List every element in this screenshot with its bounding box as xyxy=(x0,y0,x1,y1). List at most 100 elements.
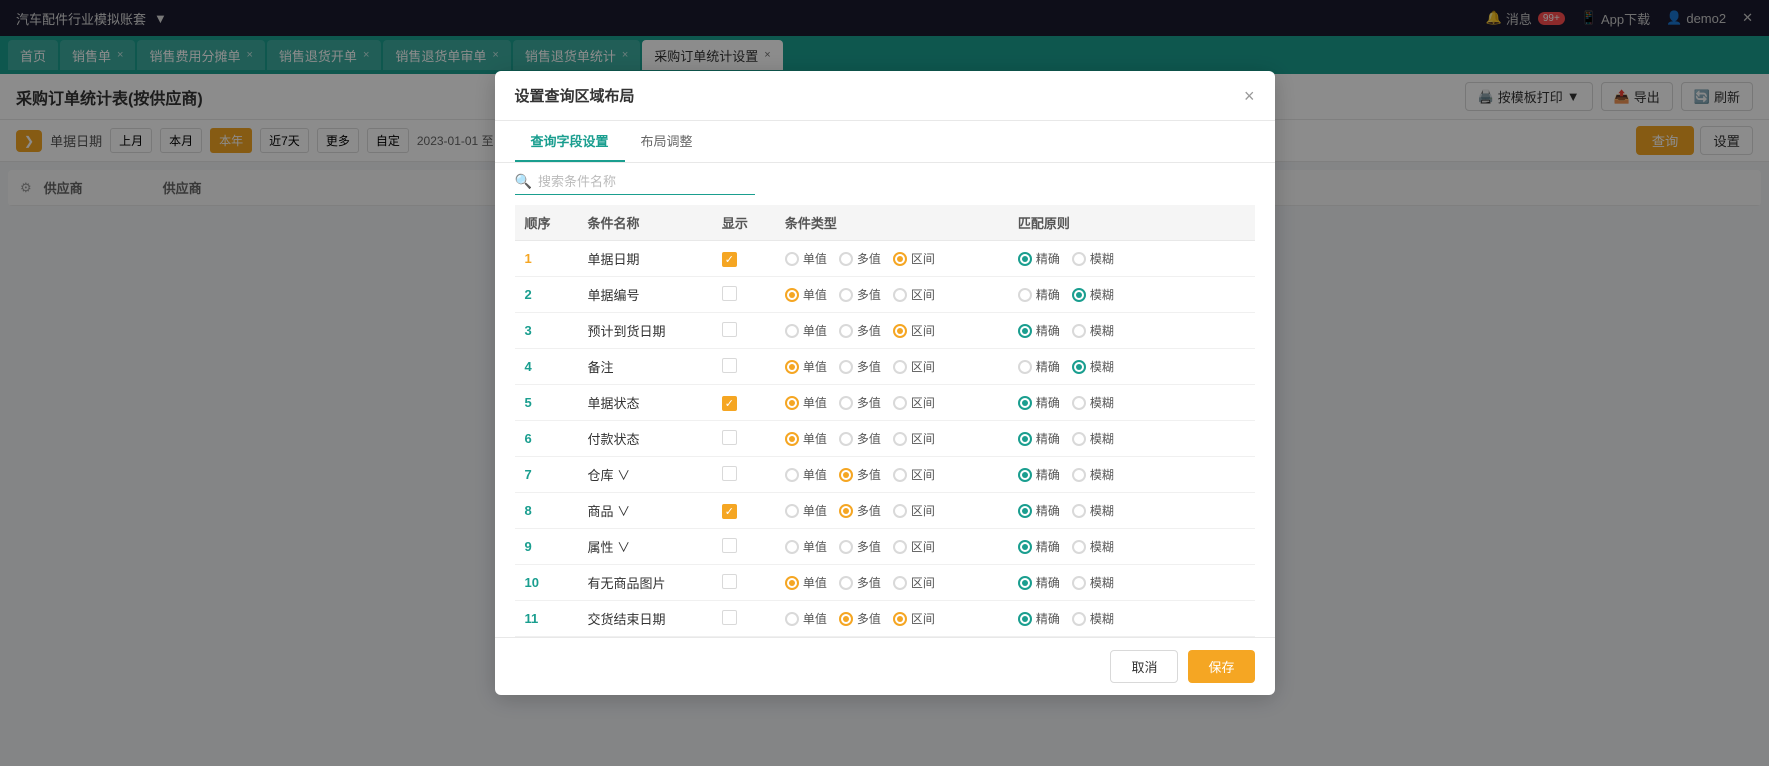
row-condition-name: 属性 ∨ xyxy=(578,529,712,565)
th-match-rule: 匹配原则 xyxy=(1008,205,1255,241)
row-order: 8 xyxy=(515,493,578,529)
cancel-btn[interactable]: 取消 xyxy=(1110,650,1178,683)
row-match-rule: 精确模糊 xyxy=(1008,385,1255,421)
modal-header: 设置查询区域布局 × xyxy=(495,71,1275,121)
row-condition-type: 单值多值区间 xyxy=(775,349,1008,385)
row-match-rule: 精确模糊 xyxy=(1008,349,1255,385)
modal-title: 设置查询区域布局 xyxy=(515,85,635,106)
search-input[interactable] xyxy=(538,174,755,189)
row-show-checkbox[interactable] xyxy=(712,349,775,385)
modal-overlay: 设置查询区域布局 × 查询字段设置 布局调整 🔍 xyxy=(0,0,1769,766)
row-condition-type: 单值多值区间 xyxy=(775,493,1008,529)
modal-close-btn[interactable]: × xyxy=(1244,87,1255,105)
checkbox[interactable] xyxy=(722,610,737,625)
row-match-rule: 精确模糊 xyxy=(1008,313,1255,349)
settings-modal: 设置查询区域布局 × 查询字段设置 布局调整 🔍 xyxy=(495,71,1275,695)
checkbox[interactable] xyxy=(722,538,737,553)
row-condition-type: 单值多值区间 xyxy=(775,421,1008,457)
row-show-checkbox[interactable] xyxy=(712,313,775,349)
row-order: 2 xyxy=(515,277,578,313)
modal-tabs: 查询字段设置 布局调整 xyxy=(495,121,1275,163)
row-condition-type: 单值多值区间 xyxy=(775,241,1008,277)
modal-body: 查询字段设置 布局调整 🔍 顺序 条 xyxy=(495,121,1275,637)
table-row: 2单据编号 单值多值区间精确模糊 xyxy=(515,277,1255,313)
row-order: 9 xyxy=(515,529,578,565)
row-condition-name: 付款状态 xyxy=(578,421,712,457)
row-show-checkbox[interactable] xyxy=(712,601,775,637)
table-row: 6付款状态 单值多值区间精确模糊 xyxy=(515,421,1255,457)
row-show-checkbox[interactable] xyxy=(712,385,775,421)
row-condition-name: 交货结束日期 xyxy=(578,601,712,637)
row-order: 11 xyxy=(515,601,578,637)
row-condition-name: 备注 xyxy=(578,349,712,385)
table-row: 11交货结束日期 单值多值区间精确模糊 xyxy=(515,601,1255,637)
row-condition-type: 单值多值区间 xyxy=(775,529,1008,565)
row-order: 5 xyxy=(515,385,578,421)
table-row: 10有无商品图片 单值多值区间精确模糊 xyxy=(515,565,1255,601)
row-match-rule: 精确模糊 xyxy=(1008,529,1255,565)
search-icon: 🔍 xyxy=(515,173,532,190)
row-match-rule: 精确模糊 xyxy=(1008,277,1255,313)
table-row: 9属性 ∨ 单值多值区间精确模糊 xyxy=(515,529,1255,565)
row-match-rule: 精确模糊 xyxy=(1008,457,1255,493)
row-condition-name: 仓库 ∨ xyxy=(578,457,712,493)
checkbox[interactable] xyxy=(722,574,737,589)
checkbox[interactable] xyxy=(722,430,737,445)
table-row: 8商品 ∨ 单值多值区间精确模糊 xyxy=(515,493,1255,529)
row-condition-type: 单值多值区间 xyxy=(775,601,1008,637)
row-show-checkbox[interactable] xyxy=(712,241,775,277)
table-row: 1单据日期 单值多值区间精确模糊 xyxy=(515,241,1255,277)
row-show-checkbox[interactable] xyxy=(712,457,775,493)
row-condition-type: 单值多值区间 xyxy=(775,565,1008,601)
tab-layout-adjust[interactable]: 布局调整 xyxy=(625,121,709,162)
checkbox[interactable] xyxy=(722,322,737,337)
checkbox[interactable] xyxy=(722,396,737,411)
row-condition-name: 有无商品图片 xyxy=(578,565,712,601)
row-match-rule: 精确模糊 xyxy=(1008,241,1255,277)
row-show-checkbox[interactable] xyxy=(712,421,775,457)
row-order: 3 xyxy=(515,313,578,349)
th-condition-type: 条件类型 xyxy=(775,205,1008,241)
save-btn[interactable]: 保存 xyxy=(1188,650,1254,683)
row-show-checkbox[interactable] xyxy=(712,565,775,601)
checkbox[interactable] xyxy=(722,286,737,301)
row-order: 10 xyxy=(515,565,578,601)
row-condition-type: 单值多值区间 xyxy=(775,385,1008,421)
row-match-rule: 精确模糊 xyxy=(1008,601,1255,637)
row-order: 6 xyxy=(515,421,578,457)
row-condition-name: 单据日期 xyxy=(578,241,712,277)
table-row: 4备注 单值多值区间精确模糊 xyxy=(515,349,1255,385)
row-show-checkbox[interactable] xyxy=(712,529,775,565)
th-show: 显示 xyxy=(712,205,775,241)
row-order: 1 xyxy=(515,241,578,277)
row-match-rule: 精确模糊 xyxy=(1008,565,1255,601)
search-box: 🔍 xyxy=(515,173,755,195)
checkbox[interactable] xyxy=(722,466,737,481)
table-row: 3预计到货日期 单值多值区间精确模糊 xyxy=(515,313,1255,349)
row-condition-type: 单值多值区间 xyxy=(775,457,1008,493)
row-match-rule: 精确模糊 xyxy=(1008,493,1255,529)
th-name: 条件名称 xyxy=(578,205,712,241)
row-condition-type: 单值多值区间 xyxy=(775,313,1008,349)
row-condition-name: 单据状态 xyxy=(578,385,712,421)
row-order: 7 xyxy=(515,457,578,493)
checkbox[interactable] xyxy=(722,358,737,373)
row-show-checkbox[interactable] xyxy=(712,493,775,529)
checkbox[interactable] xyxy=(722,252,737,267)
row-condition-name: 单据编号 xyxy=(578,277,712,313)
modal-footer: 取消 保存 xyxy=(495,637,1275,695)
row-show-checkbox[interactable] xyxy=(712,277,775,313)
table-row: 7仓库 ∨ 单值多值区间精确模糊 xyxy=(515,457,1255,493)
row-match-rule: 精确模糊 xyxy=(1008,421,1255,457)
row-order: 4 xyxy=(515,349,578,385)
row-condition-name: 预计到货日期 xyxy=(578,313,712,349)
table-row: 5单据状态 单值多值区间精确模糊 xyxy=(515,385,1255,421)
checkbox[interactable] xyxy=(722,504,737,519)
row-condition-name: 商品 ∨ xyxy=(578,493,712,529)
th-order: 顺序 xyxy=(515,205,578,241)
row-condition-type: 单值多值区间 xyxy=(775,277,1008,313)
conditions-table: 顺序 条件名称 显示 条件类型 匹配原则 1单据日期单值多值区间精确模糊2单据编… xyxy=(515,205,1255,637)
tab-query-fields[interactable]: 查询字段设置 xyxy=(515,121,625,162)
modal-search-area: 🔍 xyxy=(495,163,1275,205)
modal-table-wrap: 顺序 条件名称 显示 条件类型 匹配原则 1单据日期单值多值区间精确模糊2单据编… xyxy=(495,205,1275,637)
